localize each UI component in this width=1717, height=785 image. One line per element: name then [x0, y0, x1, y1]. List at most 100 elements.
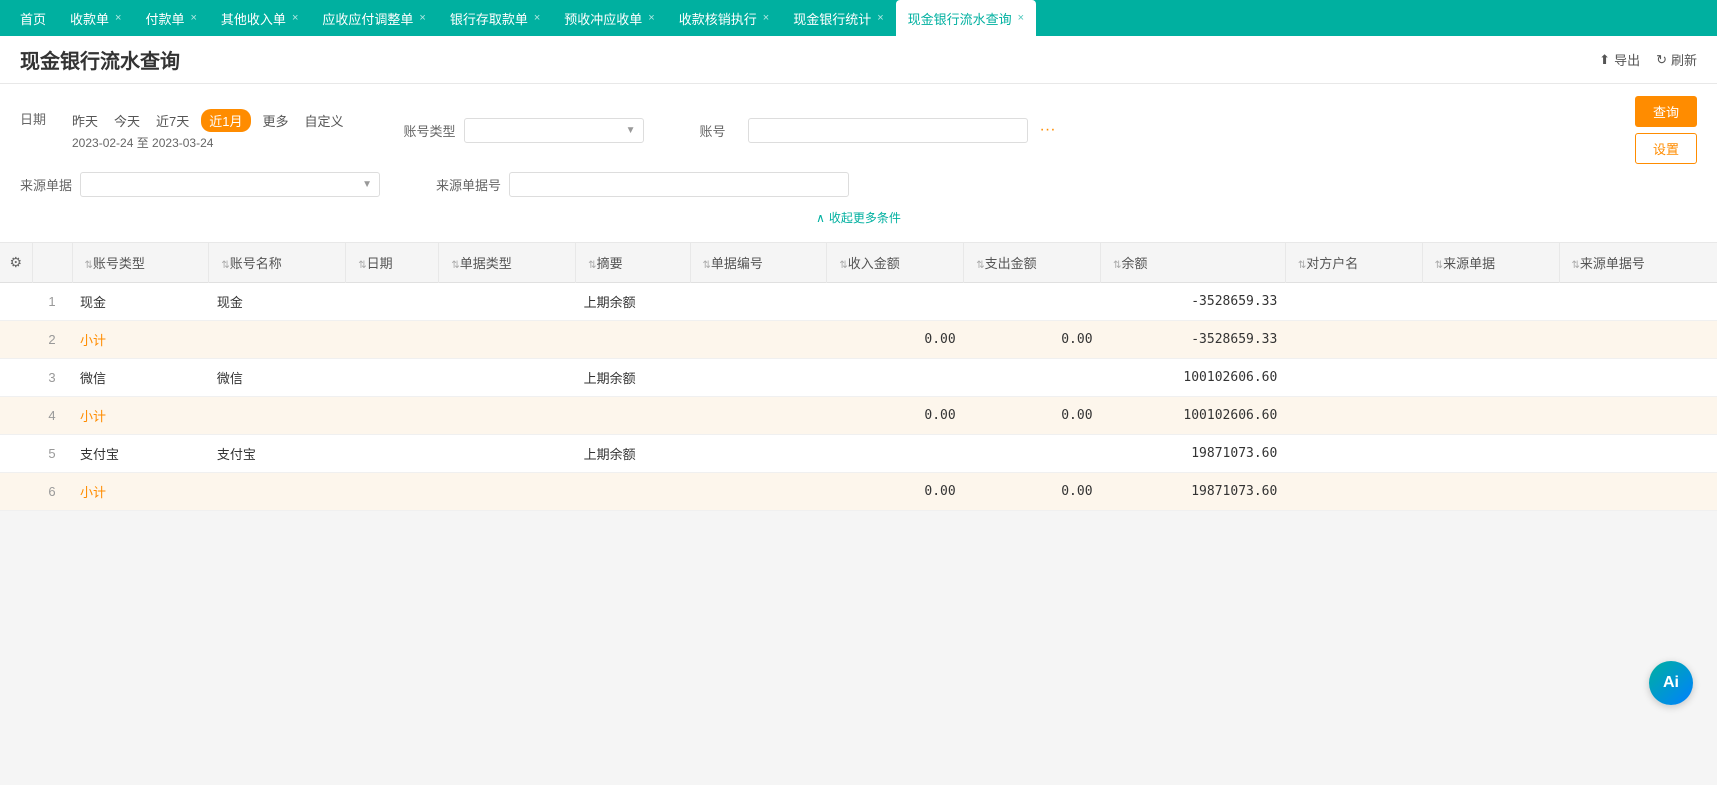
cell-doc-no: [690, 473, 827, 511]
cell-counterparty: [1285, 397, 1422, 435]
date-label: 日期: [20, 109, 60, 128]
close-icon[interactable]: ×: [292, 12, 298, 24]
export-icon: ⬆: [1599, 52, 1610, 68]
date-option-近7天[interactable]: 近7天: [152, 109, 193, 132]
column-doc_no[interactable]: ⇅单据编号: [690, 243, 827, 283]
cell-account-type: 支付宝: [72, 435, 209, 473]
close-icon[interactable]: ×: [877, 12, 883, 24]
close-icon[interactable]: ×: [1018, 12, 1024, 24]
cell-expense: 0.00: [964, 321, 1101, 359]
source-doc-no-filter: 来源单据号: [436, 172, 849, 197]
cell-counterparty: [1285, 321, 1422, 359]
cell-source-doc: [1422, 283, 1559, 321]
column-account_name[interactable]: ⇅账号名称: [209, 243, 346, 283]
source-doc-no-input[interactable]: [509, 172, 849, 197]
date-option-今天[interactable]: 今天: [110, 109, 144, 132]
close-icon[interactable]: ×: [648, 12, 654, 24]
cell-source-doc: [1422, 359, 1559, 397]
column-income[interactable]: ⇅收入金额: [827, 243, 964, 283]
sort-icon: ⇅: [1435, 260, 1443, 271]
cell-account-name: [209, 321, 346, 359]
nav-item-应收应付调整单[interactable]: 应收应付调整单×: [310, 0, 437, 36]
sort-icon: ⇅: [703, 260, 711, 271]
date-range-display: 2023-02-24 至 2023-03-24: [72, 134, 348, 151]
column-account_type[interactable]: ⇅账号类型: [72, 243, 209, 283]
cell-summary: [576, 397, 690, 435]
collapse-label: 收起更多条件: [829, 209, 901, 226]
cell-account-type: 小计: [72, 397, 209, 435]
nav-item-收款核销执行[interactable]: 收款核销执行×: [667, 0, 781, 36]
table-body: 1现金现金上期余额-3528659.332小计0.000.00-3528659.…: [0, 283, 1717, 511]
row-settings-cell: [0, 435, 32, 473]
cell-expense: [964, 359, 1101, 397]
account-type-label: 账号类型: [404, 121, 456, 140]
row-number: 4: [32, 397, 72, 435]
ai-assistant-button[interactable]: Ai: [1649, 661, 1693, 705]
column-source_doc[interactable]: ⇅来源单据: [1422, 243, 1559, 283]
cell-doc-type: [439, 473, 576, 511]
cell-income: 0.00: [827, 397, 964, 435]
source-doc-no-label: 来源单据号: [436, 175, 501, 194]
cell-balance: -3528659.33: [1101, 321, 1286, 359]
cell-source-doc-no: [1559, 397, 1717, 435]
cell-expense: 0.00: [964, 473, 1101, 511]
nav-item-预收冲应收单[interactable]: 预收冲应收单×: [552, 0, 666, 36]
cell-source-doc: [1422, 321, 1559, 359]
column-doc_type[interactable]: ⇅单据类型: [439, 243, 576, 283]
refresh-button[interactable]: ↻ 刷新: [1656, 50, 1697, 69]
cell-account-name: 支付宝: [209, 435, 346, 473]
column-date[interactable]: ⇅日期: [346, 243, 439, 283]
sort-icon: ⇅: [976, 260, 984, 271]
close-icon[interactable]: ×: [419, 12, 425, 24]
nav-item-现金银行流水查询[interactable]: 现金银行流水查询×: [896, 0, 1036, 36]
date-options-group: 昨天今天近7天近1月更多自定义 2023-02-24 至 2023-03-24: [68, 109, 348, 151]
cell-balance: 100102606.60: [1101, 397, 1286, 435]
cell-date: [346, 473, 439, 511]
cell-doc-type: [439, 435, 576, 473]
close-icon[interactable]: ×: [763, 12, 769, 24]
nav-item-首页[interactable]: 首页: [8, 0, 58, 36]
date-option-自定义[interactable]: 自定义: [301, 109, 348, 132]
collapse-bar[interactable]: ∧ 收起更多条件: [20, 205, 1697, 230]
date-option-昨天[interactable]: 昨天: [68, 109, 102, 132]
date-option-近1月[interactable]: 近1月: [201, 109, 250, 132]
query-button[interactable]: 查询: [1635, 96, 1697, 127]
row-number: 6: [32, 473, 72, 511]
date-option-更多[interactable]: 更多: [259, 109, 293, 132]
export-button[interactable]: ⬆ 导出: [1599, 50, 1640, 69]
sort-icon: ⇅: [839, 260, 847, 271]
column-settings[interactable]: ⚙: [0, 243, 32, 283]
column-summary[interactable]: ⇅摘要: [576, 243, 690, 283]
settings-button[interactable]: 设置: [1635, 133, 1697, 164]
cell-doc-no: [690, 435, 827, 473]
cell-counterparty: [1285, 359, 1422, 397]
top-navigation: 首页收款单×付款单×其他收入单×应收应付调整单×银行存取款单×预收冲应收单×收款…: [0, 0, 1717, 36]
cell-doc-no: [690, 397, 827, 435]
nav-item-现金银行统计[interactable]: 现金银行统计×: [781, 0, 895, 36]
table-row: 3微信微信上期余额100102606.60: [0, 359, 1717, 397]
account-input[interactable]: [748, 118, 1028, 143]
cell-income: 0.00: [827, 321, 964, 359]
cell-account-name: 现金: [209, 283, 346, 321]
account-more-button[interactable]: ···: [1036, 121, 1060, 139]
nav-item-付款单[interactable]: 付款单×: [133, 0, 208, 36]
close-icon[interactable]: ×: [534, 12, 540, 24]
cell-doc-no: [690, 321, 827, 359]
nav-item-其他收入单[interactable]: 其他收入单×: [209, 0, 310, 36]
source-doc-label: 来源单据: [20, 175, 72, 194]
source-doc-select[interactable]: [80, 172, 380, 197]
cell-doc-type: [439, 321, 576, 359]
close-icon[interactable]: ×: [115, 12, 121, 24]
sort-icon: ⇅: [588, 260, 596, 271]
account-type-select[interactable]: [464, 118, 644, 143]
nav-item-收款单[interactable]: 收款单×: [58, 0, 133, 36]
nav-item-银行存取款单[interactable]: 银行存取款单×: [438, 0, 552, 36]
column-counterparty[interactable]: ⇅对方户名: [1285, 243, 1422, 283]
column-expense[interactable]: ⇅支出金额: [964, 243, 1101, 283]
column-balance[interactable]: ⇅余额: [1101, 243, 1286, 283]
gear-icon[interactable]: ⚙: [9, 254, 22, 270]
column-source_doc_no[interactable]: ⇅来源单据号: [1559, 243, 1717, 283]
cell-doc-type: [439, 359, 576, 397]
table-row: 6小计0.000.0019871073.60: [0, 473, 1717, 511]
close-icon[interactable]: ×: [190, 12, 196, 24]
